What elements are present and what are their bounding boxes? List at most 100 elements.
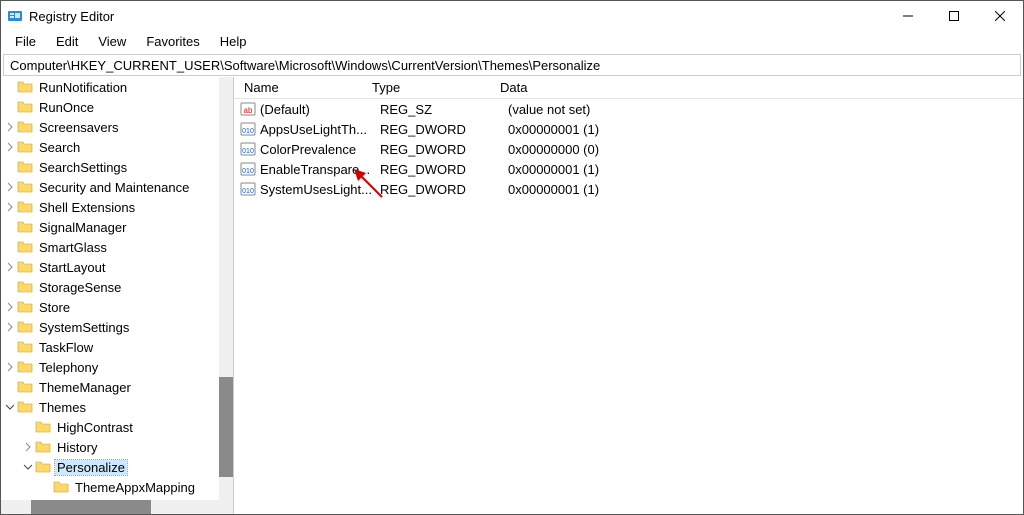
tree-item[interactable]: Screensavers (1, 117, 233, 137)
value-row[interactable]: 010EnableTranspare...REG_DWORD0x00000001… (234, 159, 1023, 179)
menu-help[interactable]: Help (210, 32, 257, 51)
window-title: Registry Editor (29, 9, 114, 24)
minimize-button[interactable] (885, 1, 931, 31)
chevron-down-icon[interactable] (21, 462, 35, 472)
chevron-right-icon[interactable] (3, 122, 17, 132)
chevron-down-icon[interactable] (3, 402, 17, 412)
value-name: (Default) (260, 102, 380, 117)
tree-item-label: Store (37, 300, 72, 315)
close-button[interactable] (977, 1, 1023, 31)
folder-icon (17, 359, 33, 375)
tree-item-label: SmartGlass (37, 240, 109, 255)
tree-item[interactable]: TaskFlow (1, 337, 233, 357)
chevron-right-icon[interactable] (21, 442, 35, 452)
tree-item-label: RunOnce (37, 100, 96, 115)
content-area: RunNotification RunOnce Screensavers Search… (1, 77, 1023, 514)
chevron-right-icon[interactable] (3, 362, 17, 372)
app-regedit-icon (7, 8, 23, 24)
tree-item[interactable]: SmartGlass (1, 237, 233, 257)
value-row[interactable]: 010AppsUseLightTh...REG_DWORD0x00000001 … (234, 119, 1023, 139)
chevron-right-icon[interactable] (3, 262, 17, 272)
folder-icon (17, 339, 33, 355)
tree-pane[interactable]: RunNotification RunOnce Screensavers Search… (1, 77, 234, 514)
close-icon (995, 11, 1005, 21)
value-name: EnableTranspare... (260, 162, 380, 177)
reg-dword-icon: 010 (240, 161, 256, 177)
tree-item-label: Personalize (55, 460, 127, 475)
tree-item[interactable]: HighContrast (1, 417, 233, 437)
tree-item[interactable]: ThemeAppxMapping (1, 477, 233, 497)
tree-item[interactable]: Search (1, 137, 233, 157)
chevron-right-icon[interactable] (3, 322, 17, 332)
tree-item[interactable]: Shell Extensions (1, 197, 233, 217)
tree-horizontal-scrollbar-thumb[interactable] (31, 500, 151, 514)
column-header-data[interactable]: Data (492, 80, 1023, 95)
tree-item[interactable]: Telephony (1, 357, 233, 377)
menu-file[interactable]: File (5, 32, 46, 51)
value-row[interactable]: 010SystemUsesLight...REG_DWORD0x00000001… (234, 179, 1023, 199)
svg-text:010: 010 (242, 128, 254, 135)
chevron-right-icon[interactable] (3, 182, 17, 192)
column-header-type[interactable]: Type (364, 80, 492, 95)
tree-item[interactable]: Themes (1, 397, 233, 417)
menu-edit[interactable]: Edit (46, 32, 88, 51)
tree-item[interactable]: SearchSettings (1, 157, 233, 177)
menu-favorites[interactable]: Favorites (136, 32, 209, 51)
tree-item[interactable]: ThemeManager (1, 377, 233, 397)
value-data: 0x00000001 (1) (508, 162, 1023, 177)
folder-icon (17, 279, 33, 295)
tree-item[interactable]: History (1, 437, 233, 457)
values-pane[interactable]: Name Type Data ab(Default)REG_SZ(value n… (234, 77, 1023, 514)
address-path: Computer\HKEY_CURRENT_USER\Software\Micr… (10, 58, 600, 73)
tree-item[interactable]: SignalManager (1, 217, 233, 237)
value-type: REG_DWORD (380, 142, 508, 157)
tree-vertical-scrollbar-thumb[interactable] (219, 377, 233, 477)
folder-icon (17, 159, 33, 175)
value-data: 0x00000001 (1) (508, 122, 1023, 137)
chevron-right-icon[interactable] (3, 142, 17, 152)
folder-icon (17, 119, 33, 135)
value-type: REG_SZ (380, 102, 508, 117)
value-data: 0x00000000 (0) (508, 142, 1023, 157)
tree-vertical-scrollbar[interactable] (219, 77, 233, 500)
tree-item-label: Search (37, 140, 82, 155)
tree-item[interactable]: RunOnce (1, 97, 233, 117)
svg-text:010: 010 (242, 148, 254, 155)
folder-icon (53, 479, 69, 495)
titlebar[interactable]: Registry Editor (1, 1, 1023, 31)
svg-text:010: 010 (242, 188, 254, 195)
folder-icon (17, 139, 33, 155)
tree-item-label: ThemeAppxMapping (73, 480, 197, 495)
value-name: AppsUseLightTh... (260, 122, 380, 137)
tree-item-label: Telephony (37, 360, 100, 375)
value-row[interactable]: 010ColorPrevalenceREG_DWORD0x00000000 (0… (234, 139, 1023, 159)
reg-dword-icon: 010 (240, 141, 256, 157)
menu-view[interactable]: View (88, 32, 136, 51)
tree-item-label: HighContrast (55, 420, 135, 435)
tree-item-label: ThemeManager (37, 380, 133, 395)
folder-icon (35, 439, 51, 455)
tree-item-label: SearchSettings (37, 160, 129, 175)
maximize-button[interactable] (931, 1, 977, 31)
tree-horizontal-scrollbar[interactable] (1, 500, 233, 514)
tree-item[interactable]: Personalize (1, 457, 233, 477)
value-data: 0x00000001 (1) (508, 182, 1023, 197)
maximize-icon (949, 11, 959, 21)
tree-item[interactable]: RunNotification (1, 77, 233, 97)
tree-item[interactable]: Security and Maintenance (1, 177, 233, 197)
tree-item-label: History (55, 440, 99, 455)
chevron-right-icon[interactable] (3, 202, 17, 212)
column-header-name[interactable]: Name (234, 80, 364, 95)
tree-item[interactable]: SystemSettings (1, 317, 233, 337)
tree-item-label: SignalManager (37, 220, 128, 235)
tree-item[interactable]: StartLayout (1, 257, 233, 277)
tree-item[interactable]: Store (1, 297, 233, 317)
value-data: (value not set) (508, 102, 1023, 117)
folder-icon (17, 99, 33, 115)
address-bar[interactable]: Computer\HKEY_CURRENT_USER\Software\Micr… (3, 54, 1021, 76)
tree-item[interactable]: StorageSense (1, 277, 233, 297)
chevron-right-icon[interactable] (3, 302, 17, 312)
value-row[interactable]: ab(Default)REG_SZ(value not set) (234, 99, 1023, 119)
tree-item-label: RunNotification (37, 80, 129, 95)
folder-icon (17, 319, 33, 335)
